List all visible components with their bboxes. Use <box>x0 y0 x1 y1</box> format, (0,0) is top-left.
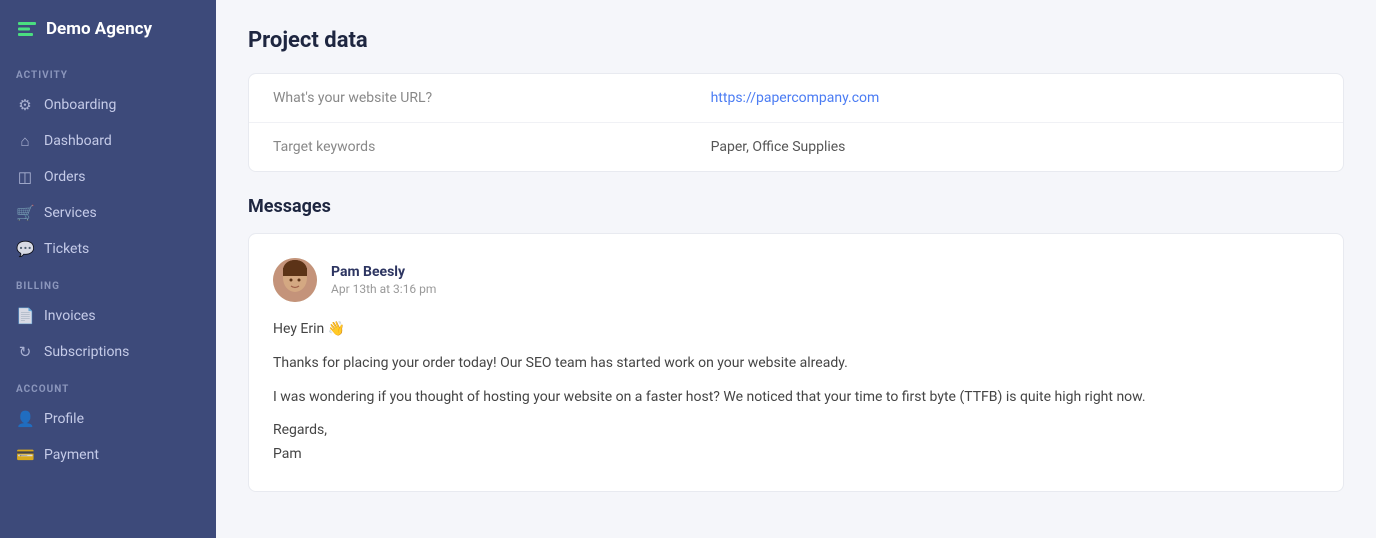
field-label: What's your website URL? <box>249 74 687 123</box>
payment-icon: 💳 <box>16 446 34 464</box>
project-data-card: What's your website URL? https://papercom… <box>248 73 1344 172</box>
sidebar-item-label: Payment <box>44 447 99 463</box>
main-content: Project data What's your website URL? htt… <box>216 0 1376 538</box>
sidebar-item-label: Profile <box>44 411 84 427</box>
onboarding-icon: ⚙ <box>16 96 34 114</box>
field-value[interactable]: https://papercompany.com <box>687 74 1343 123</box>
message-header: Pam Beesly Apr 13th at 3:16 pm <box>273 258 1319 302</box>
message-line: Hey Erin 👋 <box>273 318 1319 342</box>
billing-section-label: BILLING <box>0 267 216 298</box>
sidebar-item-label: Tickets <box>44 241 89 257</box>
account-section-label: ACCOUNT <box>0 370 216 401</box>
message-author: Pam Beesly <box>331 264 436 280</box>
sidebar-item-dashboard[interactable]: ⌂ Dashboard <box>0 123 216 159</box>
activity-section-label: ACTIVITY <box>0 56 216 87</box>
avatar <box>273 258 317 302</box>
invoices-icon: 📄 <box>16 307 34 325</box>
message-line: I was wondering if you thought of hostin… <box>273 386 1319 410</box>
page-title: Project data <box>248 28 1344 53</box>
services-icon: 🛒 <box>16 204 34 222</box>
logo-icon <box>16 18 38 40</box>
sidebar-item-label: Services <box>44 205 97 221</box>
messages-title: Messages <box>248 196 1344 217</box>
sidebar-item-services[interactable]: 🛒 Services <box>0 195 216 231</box>
message-meta: Pam Beesly Apr 13th at 3:16 pm <box>331 264 436 296</box>
sidebar-item-label: Invoices <box>44 308 96 324</box>
sidebar-item-invoices[interactable]: 📄 Invoices <box>0 298 216 334</box>
app-logo: Demo Agency <box>0 0 216 56</box>
tickets-icon: 💬 <box>16 240 34 258</box>
app-name: Demo Agency <box>46 19 152 39</box>
dashboard-icon: ⌂ <box>16 132 34 150</box>
sidebar-item-onboarding[interactable]: ⚙ Onboarding <box>0 87 216 123</box>
sidebar-item-label: Onboarding <box>44 97 116 113</box>
sidebar-item-label: Subscriptions <box>44 344 129 360</box>
sidebar-item-tickets[interactable]: 💬 Tickets <box>0 231 216 267</box>
sidebar-item-subscriptions[interactable]: ↻ Subscriptions <box>0 334 216 370</box>
table-row: What's your website URL? https://papercom… <box>249 74 1343 123</box>
message-line: Thanks for placing your order today! Our… <box>273 352 1319 376</box>
sidebar-item-payment[interactable]: 💳 Payment <box>0 437 216 473</box>
message-body: Hey Erin 👋 Thanks for placing your order … <box>273 318 1319 467</box>
sidebar-item-label: Dashboard <box>44 133 112 149</box>
profile-icon: 👤 <box>16 410 34 428</box>
message-card: Pam Beesly Apr 13th at 3:16 pm Hey Erin … <box>248 233 1344 492</box>
website-url-link[interactable]: https://papercompany.com <box>711 90 880 106</box>
sidebar-item-profile[interactable]: 👤 Profile <box>0 401 216 437</box>
sidebar: Demo Agency ACTIVITY ⚙ Onboarding ⌂ Dash… <box>0 0 216 538</box>
message-date: Apr 13th at 3:16 pm <box>331 282 436 296</box>
field-label: Target keywords <box>249 123 687 172</box>
sidebar-item-label: Orders <box>44 169 86 185</box>
project-data-table: What's your website URL? https://papercom… <box>249 74 1343 171</box>
field-value: Paper, Office Supplies <box>687 123 1343 172</box>
sidebar-item-orders[interactable]: ◫ Orders <box>0 159 216 195</box>
message-line: Regards, Pam <box>273 419 1319 467</box>
table-row: Target keywordsPaper, Office Supplies <box>249 123 1343 172</box>
orders-icon: ◫ <box>16 168 34 186</box>
subscriptions-icon: ↻ <box>16 343 34 361</box>
